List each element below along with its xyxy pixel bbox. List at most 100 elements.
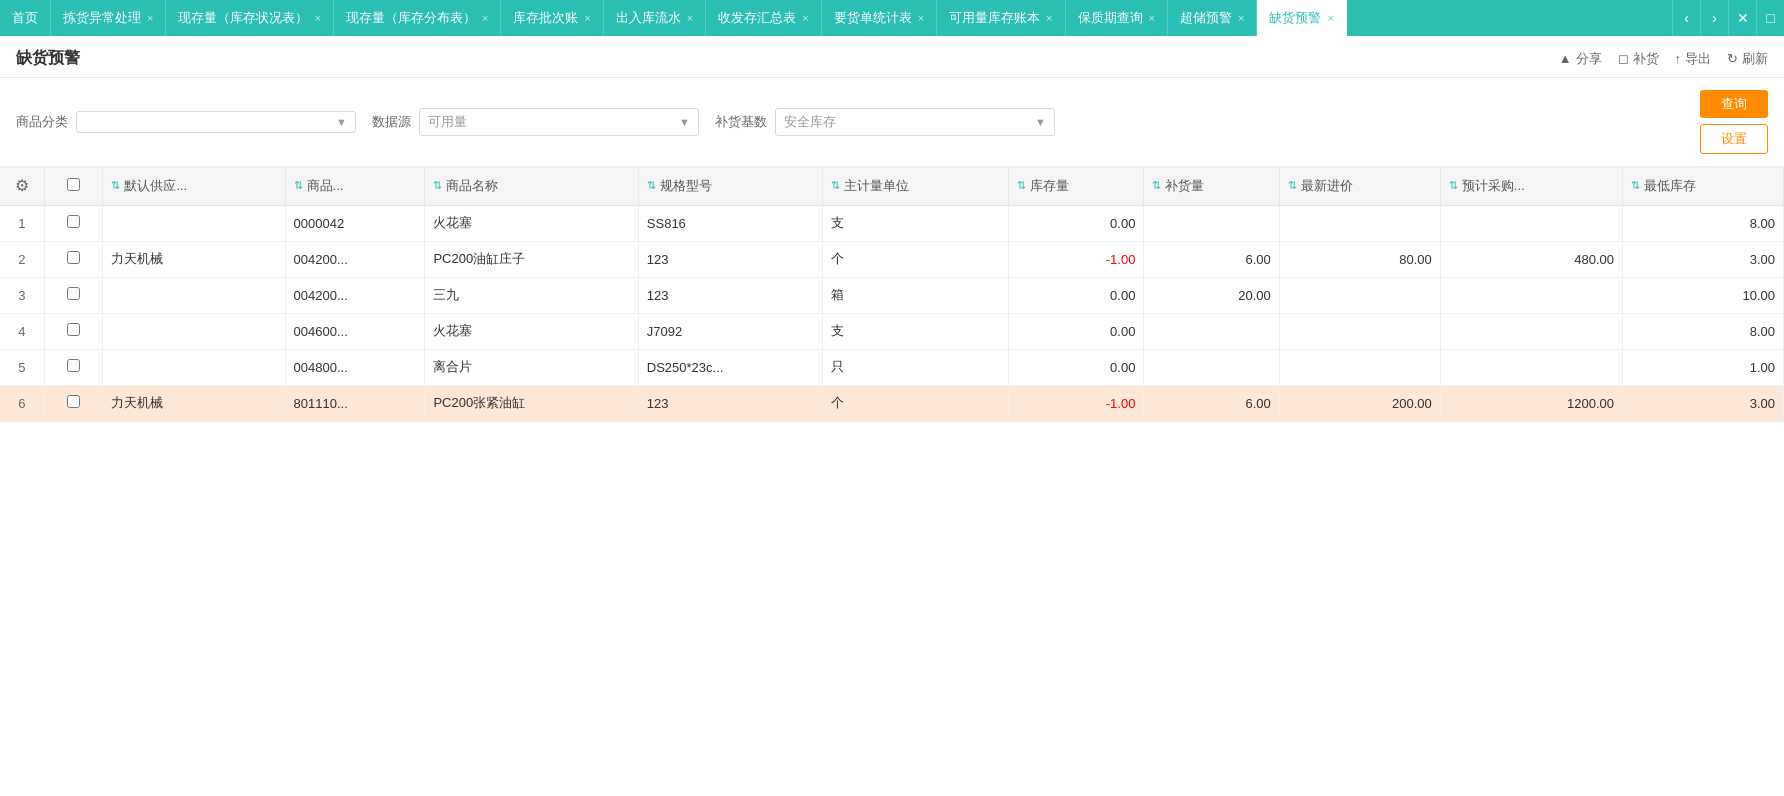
- tab-collect-summary[interactable]: 收发存汇总表 ×: [706, 0, 821, 36]
- row-checkbox-cell: [44, 385, 103, 421]
- tab-scroll-right[interactable]: ›: [1700, 0, 1728, 36]
- row-checkbox-cell: [44, 241, 103, 277]
- close-icon[interactable]: ×: [1327, 12, 1333, 24]
- close-icon[interactable]: ×: [1046, 12, 1052, 24]
- row-checkbox[interactable]: [67, 359, 80, 372]
- close-icon[interactable]: ×: [687, 12, 693, 24]
- sort-icon: ⇅: [1631, 179, 1640, 192]
- query-button[interactable]: 查询: [1700, 90, 1768, 118]
- replenish-base-select[interactable]: 安全库存 ▼: [775, 108, 1055, 136]
- table-row: 4 004600... 火花塞 J7092 支 0.00 8.00: [0, 313, 1784, 349]
- tab-inout-flow[interactable]: 出入库流水 ×: [604, 0, 706, 36]
- tab-inventory-status[interactable]: 现存量（库存状况表） ×: [166, 0, 333, 36]
- close-icon[interactable]: ×: [918, 12, 924, 24]
- settings-icon[interactable]: ⚙: [15, 177, 29, 194]
- replenish-base-filter-group: 补货基数 安全库存 ▼: [715, 108, 1055, 136]
- row-min-stock: 8.00: [1622, 205, 1783, 241]
- col-min-stock: ⇅最低库存: [1622, 167, 1783, 205]
- header-actions: ▲ 分享 ◻ 补货 ↑ 导出 ↻ 刷新: [1559, 50, 1768, 68]
- row-min-stock: 8.00: [1622, 313, 1783, 349]
- row-product-code: 004200...: [285, 277, 425, 313]
- row-replenish-qty: [1144, 349, 1279, 385]
- filter-row: 商品分类 ▼ 数据源 可用量 ▼ 补货基数 安全库存 ▼ 查询 设置: [0, 78, 1784, 167]
- row-spec: DS250*23c...: [638, 349, 822, 385]
- settings-button[interactable]: 设置: [1700, 124, 1768, 154]
- row-unit: 箱: [822, 277, 1008, 313]
- row-product-code: 004800...: [285, 349, 425, 385]
- replenish-button[interactable]: ◻ 补货: [1618, 50, 1659, 68]
- tab-scroll-left[interactable]: ‹: [1672, 0, 1700, 36]
- table-container: ⚙ ⇅默认供应... ⇅商品... ⇅商品名称 ⇅规格型号: [0, 167, 1784, 422]
- row-spec: SS816: [638, 205, 822, 241]
- row-stock: -1.00: [1008, 385, 1143, 421]
- tab-batch-account[interactable]: 库存批次账 ×: [501, 0, 603, 36]
- row-product-name: 火花塞: [425, 313, 638, 349]
- row-supplier: 力天机械: [103, 385, 285, 421]
- row-replenish-qty: [1144, 313, 1279, 349]
- sort-icon: ⇅: [1152, 179, 1161, 192]
- tab-home[interactable]: 首页: [0, 0, 51, 36]
- tab-inventory-dist[interactable]: 现存量（库存分布表） ×: [334, 0, 501, 36]
- tab-overstock[interactable]: 超储预警 ×: [1168, 0, 1257, 36]
- close-icon[interactable]: ×: [1149, 12, 1155, 24]
- row-checkbox-cell: [44, 205, 103, 241]
- row-replenish-qty: [1144, 205, 1279, 241]
- row-stock: -1.00: [1008, 241, 1143, 277]
- row-supplier: [103, 205, 285, 241]
- row-latest-price: 200.00: [1279, 385, 1440, 421]
- category-filter-group: 商品分类 ▼: [16, 111, 356, 133]
- category-select[interactable]: ▼: [76, 111, 356, 133]
- row-spec: 123: [638, 385, 822, 421]
- table-row: 2 力天机械 004200... PC200油缸庄子 123 个 -1.00 6…: [0, 241, 1784, 277]
- datasource-select[interactable]: 可用量 ▼: [419, 108, 699, 136]
- row-checkbox[interactable]: [67, 323, 80, 336]
- row-replenish-qty: 20.00: [1144, 277, 1279, 313]
- page-title: 缺货预警: [16, 48, 80, 69]
- row-number: 6: [0, 385, 44, 421]
- row-stock: 0.00: [1008, 313, 1143, 349]
- row-product-name: 火花塞: [425, 205, 638, 241]
- table-row: 6 力天机械 801110... PC200张紧油缸 123 个 -1.00 6…: [0, 385, 1784, 421]
- row-checkbox[interactable]: [67, 251, 80, 264]
- row-min-stock: 3.00: [1622, 241, 1783, 277]
- tab-order-stats[interactable]: 要货单统计表 ×: [822, 0, 937, 36]
- sort-icon: ⇅: [433, 179, 442, 192]
- sort-icon: ⇅: [294, 179, 303, 192]
- tab-nav-buttons: ‹ › ✕ □: [1672, 0, 1784, 36]
- tab-fullscreen[interactable]: □: [1756, 0, 1784, 36]
- tab-exception[interactable]: 拣货异常处理 ×: [51, 0, 166, 36]
- row-spec: 123: [638, 277, 822, 313]
- tab-expiry-query[interactable]: 保质期查询 ×: [1066, 0, 1168, 36]
- row-supplier: 力天机械: [103, 241, 285, 277]
- tab-close-current[interactable]: ✕: [1728, 0, 1756, 36]
- share-button[interactable]: ▲ 分享: [1559, 50, 1602, 68]
- tab-shortage[interactable]: 缺货预警 ×: [1257, 0, 1346, 36]
- datasource-filter-group: 数据源 可用量 ▼: [372, 108, 699, 136]
- refresh-button[interactable]: ↻ 刷新: [1727, 50, 1768, 68]
- row-product-code: 0000042: [285, 205, 425, 241]
- chevron-down-icon: ▼: [679, 116, 690, 128]
- row-product-code: 004600...: [285, 313, 425, 349]
- sort-icon: ⇅: [1288, 179, 1297, 192]
- replenish-base-select-value: 安全库存: [784, 113, 836, 131]
- share-icon: ▲: [1559, 51, 1572, 66]
- export-button[interactable]: ↑ 导出: [1675, 50, 1712, 68]
- close-icon[interactable]: ×: [482, 12, 488, 24]
- row-checkbox[interactable]: [67, 215, 80, 228]
- close-icon[interactable]: ×: [147, 12, 153, 24]
- col-product-code: ⇅商品...: [285, 167, 425, 205]
- row-product-code: 801110...: [285, 385, 425, 421]
- row-latest-price: [1279, 349, 1440, 385]
- row-checkbox[interactable]: [67, 395, 80, 408]
- col-expected-purchase: ⇅预计采购...: [1440, 167, 1622, 205]
- close-icon[interactable]: ×: [584, 12, 590, 24]
- tab-available-ledger[interactable]: 可用量库存账本 ×: [937, 0, 1065, 36]
- col-product-name: ⇅商品名称: [425, 167, 638, 205]
- row-replenish-qty: 6.00: [1144, 385, 1279, 421]
- close-icon[interactable]: ×: [314, 12, 320, 24]
- row-spec: 123: [638, 241, 822, 277]
- row-checkbox[interactable]: [67, 287, 80, 300]
- close-icon[interactable]: ×: [802, 12, 808, 24]
- select-all-checkbox[interactable]: [67, 178, 80, 191]
- close-icon[interactable]: ×: [1238, 12, 1244, 24]
